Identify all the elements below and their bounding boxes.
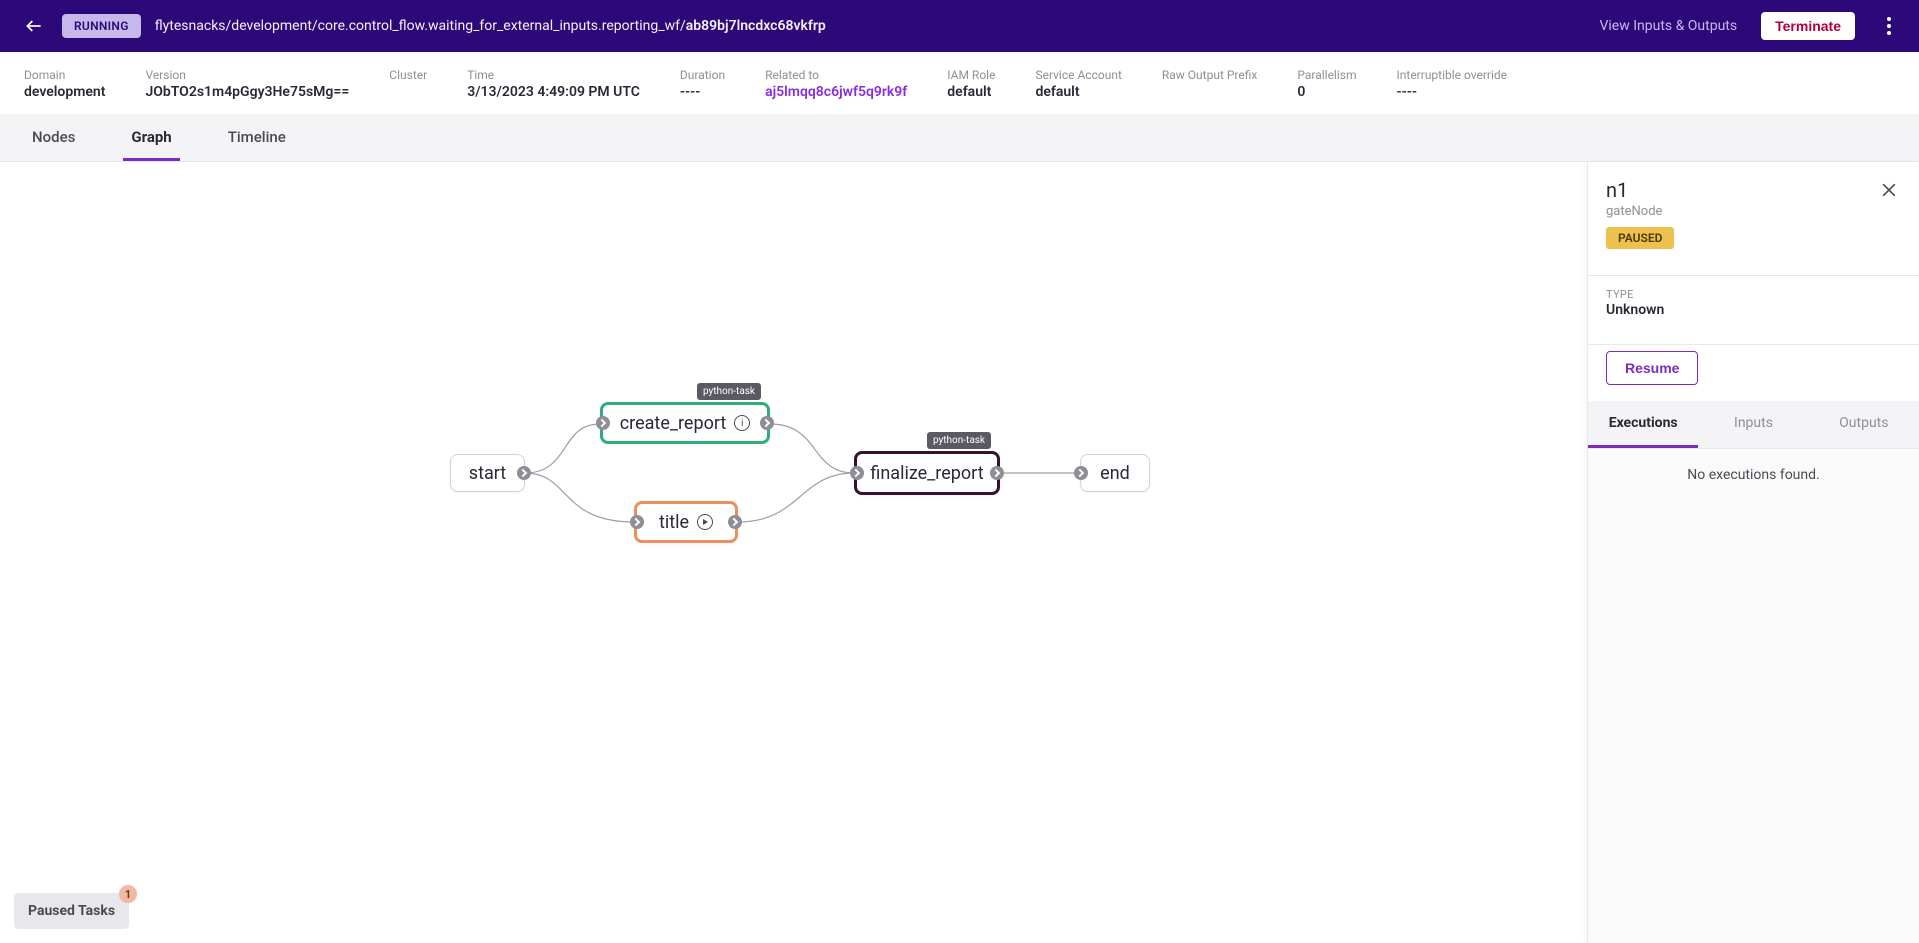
node-label: create_report bbox=[620, 413, 727, 434]
meta-interruptible: Interruptible override ---- bbox=[1397, 68, 1508, 100]
graph-edges-svg bbox=[0, 162, 1587, 943]
meta-service-account: Service Account default bbox=[1035, 68, 1121, 100]
back-arrow-icon[interactable] bbox=[20, 12, 48, 40]
meta-value: JObTO2s1m4pGgy3He75sMg== bbox=[145, 84, 349, 100]
meta-value: development bbox=[24, 84, 105, 100]
meta-raw-prefix: Raw Output Prefix bbox=[1162, 68, 1257, 100]
paused-tasks-count: 1 bbox=[119, 885, 137, 903]
breadcrumb-prefix: flytesnacks/development/core.control_flo… bbox=[155, 18, 686, 34]
panel-tab-outputs[interactable]: Outputs bbox=[1809, 401, 1919, 448]
port-out-icon[interactable] bbox=[990, 466, 1004, 480]
resume-button[interactable]: Resume bbox=[1606, 351, 1698, 385]
graph-node-start[interactable]: start bbox=[450, 454, 525, 492]
panel-tabs: Executions Inputs Outputs bbox=[1588, 401, 1919, 449]
meta-value: ---- bbox=[1397, 84, 1418, 100]
graph-node-title[interactable]: title bbox=[634, 501, 738, 543]
node-label: start bbox=[469, 463, 506, 484]
no-executions-text: No executions found. bbox=[1687, 467, 1819, 483]
main-tabs: Nodes Graph Timeline bbox=[0, 114, 1919, 162]
graph-node-end[interactable]: end bbox=[1080, 454, 1150, 492]
panel-title: n1 bbox=[1606, 178, 1628, 202]
meta-label: Raw Output Prefix bbox=[1162, 68, 1257, 82]
node-label: finalize_report bbox=[870, 463, 983, 484]
meta-label: Version bbox=[145, 68, 349, 82]
task-type-badge: python-task bbox=[697, 383, 761, 400]
meta-label: Service Account bbox=[1035, 68, 1121, 82]
paused-tasks-label: Paused Tasks bbox=[28, 903, 115, 919]
breadcrumb-id: ab89bj7lncdxc68vkfrp bbox=[686, 18, 826, 34]
breadcrumb[interactable]: flytesnacks/development/core.control_flo… bbox=[155, 18, 826, 34]
port-in-icon[interactable] bbox=[850, 466, 864, 480]
type-value: Unknown bbox=[1606, 302, 1901, 318]
meta-parallelism: Parallelism 0 bbox=[1297, 68, 1356, 100]
view-inputs-outputs-link[interactable]: View Inputs & Outputs bbox=[1599, 18, 1737, 34]
main-area: start python-task create_report i title … bbox=[0, 162, 1919, 943]
graph-node-finalize-report[interactable]: python-task finalize_report bbox=[854, 451, 1000, 495]
meta-label: Parallelism bbox=[1297, 68, 1356, 82]
topbar: RUNNING flytesnacks/development/core.con… bbox=[0, 0, 1919, 52]
close-icon[interactable] bbox=[1877, 178, 1901, 202]
panel-tab-executions[interactable]: Executions bbox=[1588, 401, 1698, 448]
meta-value: default bbox=[1035, 84, 1079, 100]
meta-time: Time 3/13/2023 4:49:09 PM UTC bbox=[467, 68, 640, 100]
port-out-icon[interactable] bbox=[760, 416, 774, 430]
port-out-icon[interactable] bbox=[517, 466, 531, 480]
meta-value: default bbox=[947, 84, 991, 100]
graph-canvas[interactable]: start python-task create_report i title … bbox=[0, 162, 1587, 943]
meta-iam: IAM Role default bbox=[947, 68, 995, 100]
info-icon: i bbox=[734, 415, 750, 431]
meta-label: IAM Role bbox=[947, 68, 995, 82]
tab-timeline[interactable]: Timeline bbox=[220, 114, 294, 161]
paused-tasks-button[interactable]: Paused Tasks 1 bbox=[14, 893, 129, 929]
meta-cluster: Cluster bbox=[389, 68, 427, 100]
port-in-icon[interactable] bbox=[630, 515, 644, 529]
node-label: end bbox=[1100, 463, 1130, 484]
meta-row: Domain development Version JObTO2s1m4pGg… bbox=[0, 52, 1919, 108]
panel-subtitle: gateNode bbox=[1606, 204, 1901, 219]
port-out-icon[interactable] bbox=[728, 515, 742, 529]
meta-label: Cluster bbox=[389, 68, 427, 82]
node-label: title bbox=[659, 512, 689, 533]
run-status-badge: RUNNING bbox=[62, 14, 141, 38]
tab-nodes[interactable]: Nodes bbox=[24, 114, 83, 161]
panel-tab-inputs[interactable]: Inputs bbox=[1698, 401, 1808, 448]
graph-node-create-report[interactable]: python-task create_report i bbox=[600, 402, 770, 444]
node-status-badge: PAUSED bbox=[1606, 227, 1674, 249]
task-type-badge: python-task bbox=[927, 432, 991, 449]
node-detail-panel: n1 gateNode PAUSED TYPE Unknown Resume E… bbox=[1587, 162, 1919, 943]
meta-label: Related to bbox=[765, 68, 907, 82]
port-in-icon[interactable] bbox=[1074, 466, 1088, 480]
port-in-icon[interactable] bbox=[596, 416, 610, 430]
more-menu-icon[interactable] bbox=[1875, 17, 1903, 35]
meta-value-link[interactable]: aj5lmqq8c6jwf5q9rk9f bbox=[765, 84, 907, 100]
meta-related: Related to aj5lmqq8c6jwf5q9rk9f bbox=[765, 68, 907, 100]
meta-label: Interruptible override bbox=[1397, 68, 1508, 82]
meta-label: Domain bbox=[24, 68, 105, 82]
meta-domain: Domain development bbox=[24, 68, 105, 100]
meta-version: Version JObTO2s1m4pGgy3He75sMg== bbox=[145, 68, 349, 100]
meta-value: ---- bbox=[680, 84, 701, 100]
meta-label: Duration bbox=[680, 68, 725, 82]
type-label: TYPE bbox=[1606, 288, 1901, 301]
tab-graph[interactable]: Graph bbox=[123, 114, 179, 161]
meta-label: Time bbox=[467, 68, 640, 82]
play-icon bbox=[697, 514, 713, 530]
terminate-button[interactable]: Terminate bbox=[1761, 12, 1855, 40]
meta-value: 0 bbox=[1297, 84, 1305, 100]
meta-duration: Duration ---- bbox=[680, 68, 725, 100]
meta-value: 3/13/2023 4:49:09 PM UTC bbox=[467, 84, 640, 100]
